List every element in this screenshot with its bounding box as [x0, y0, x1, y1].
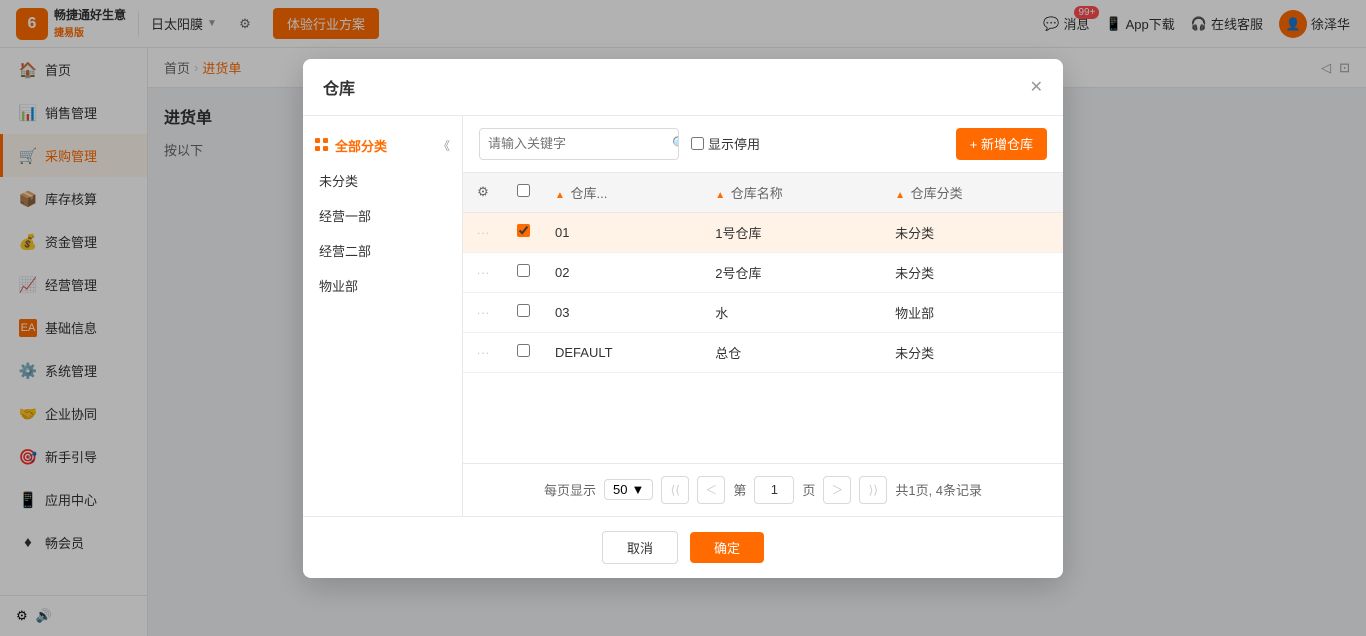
sort-icon-2: ▲	[715, 190, 725, 201]
col-settings-header: ⚙	[463, 173, 503, 213]
modal-overlay: 仓库 ✕ 全部分类 《 未分类 经营一部 经营二部 物业	[0, 0, 1366, 636]
per-page-select[interactable]: 50 ▼	[604, 479, 653, 500]
confirm-button[interactable]: 确定	[690, 532, 764, 563]
all-category-header[interactable]: 全部分类 《	[303, 128, 462, 163]
row-name: 1号仓库	[703, 212, 883, 252]
total-info: 共1页, 4条记录	[895, 480, 982, 499]
per-page-value: 50	[613, 482, 627, 497]
modal-header: 仓库 ✕	[303, 59, 1063, 116]
all-category-label: 全部分类	[315, 136, 387, 155]
category-item-property[interactable]: 物业部	[303, 268, 462, 303]
modal-close-icon[interactable]: ✕	[1030, 77, 1043, 97]
row-code: DEFAULT	[543, 332, 703, 372]
table-row[interactable]: ··· 01 1号仓库 未分类	[463, 212, 1063, 252]
page-number-input[interactable]	[754, 476, 794, 504]
show-disabled-input[interactable]	[691, 137, 704, 150]
row-code: 01	[543, 212, 703, 252]
row-checkbox[interactable]	[503, 332, 543, 372]
search-button[interactable]: 🔍	[672, 128, 679, 160]
grid-icon	[315, 138, 329, 152]
col-code-header: ▲ 仓库...	[543, 173, 703, 213]
per-page-arrow-icon: ▼	[631, 482, 644, 497]
row-checkbox[interactable]	[503, 292, 543, 332]
page-label: 第	[733, 480, 746, 499]
modal-footer: 取消 确定	[303, 516, 1063, 578]
row-setting-icon: ···	[463, 332, 503, 372]
sort-icon-3: ▲	[895, 190, 905, 201]
row-category: 未分类	[883, 252, 1063, 292]
show-disabled-checkbox[interactable]: 显示停用	[691, 134, 760, 153]
row-name: 水	[703, 292, 883, 332]
warehouse-table: ⚙ ▲ 仓库... ▲ 仓库名称	[463, 173, 1063, 463]
row-name: 总仓	[703, 332, 883, 372]
table-row[interactable]: ··· 03 水 物业部	[463, 292, 1063, 332]
row-checkbox[interactable]	[503, 252, 543, 292]
category-item-ops1[interactable]: 经营一部	[303, 198, 462, 233]
row-setting-icon: ···	[463, 292, 503, 332]
last-page-btn[interactable]: ⟩⟩	[859, 476, 887, 504]
page-unit: 页	[802, 480, 815, 499]
pagination: 每页显示 50 ▼ ⟨⟨ ＜ 第 页 ＞ ⟩⟩ 共1页, 4条记录	[463, 463, 1063, 516]
modal-toolbar: 🔍 显示停用 + 新增仓库	[463, 116, 1063, 173]
cancel-button[interactable]: 取消	[602, 531, 678, 564]
collapse-arrow-icon: 《	[438, 137, 450, 154]
modal-title: 仓库	[323, 75, 355, 99]
next-page-btn[interactable]: ＞	[823, 476, 851, 504]
col-category-header: ▲ 仓库分类	[883, 173, 1063, 213]
table-row[interactable]: ··· 02 2号仓库 未分类	[463, 252, 1063, 292]
right-panel: 🔍 显示停用 + 新增仓库 ⚙	[463, 116, 1063, 516]
row-checkbox[interactable]	[503, 212, 543, 252]
search-box: 🔍	[479, 128, 679, 160]
table-row[interactable]: ··· DEFAULT 总仓 未分类	[463, 332, 1063, 372]
row-code: 02	[543, 252, 703, 292]
sort-icon: ▲	[555, 190, 565, 201]
category-item-ops2[interactable]: 经营二部	[303, 233, 462, 268]
prev-page-btn[interactable]: ＜	[697, 476, 725, 504]
first-page-btn[interactable]: ⟨⟨	[661, 476, 689, 504]
col-name-header: ▲ 仓库名称	[703, 173, 883, 213]
modal-body: 全部分类 《 未分类 经营一部 经营二部 物业部 🔍	[303, 116, 1063, 516]
row-setting-icon: ···	[463, 212, 503, 252]
select-all-checkbox[interactable]	[517, 184, 530, 197]
search-input[interactable]	[480, 136, 672, 151]
add-warehouse-button[interactable]: + 新增仓库	[956, 128, 1047, 160]
row-category: 物业部	[883, 292, 1063, 332]
row-category: 未分类	[883, 212, 1063, 252]
row-category: 未分类	[883, 332, 1063, 372]
per-page-label: 每页显示	[544, 480, 596, 499]
row-name: 2号仓库	[703, 252, 883, 292]
warehouse-modal: 仓库 ✕ 全部分类 《 未分类 经营一部 经营二部 物业	[303, 59, 1063, 578]
show-disabled-label: 显示停用	[708, 134, 760, 153]
left-panel: 全部分类 《 未分类 经营一部 经营二部 物业部	[303, 116, 463, 516]
row-code: 03	[543, 292, 703, 332]
row-setting-icon: ···	[463, 252, 503, 292]
col-checkbox-header	[503, 173, 543, 213]
category-item-unclassified[interactable]: 未分类	[303, 163, 462, 198]
